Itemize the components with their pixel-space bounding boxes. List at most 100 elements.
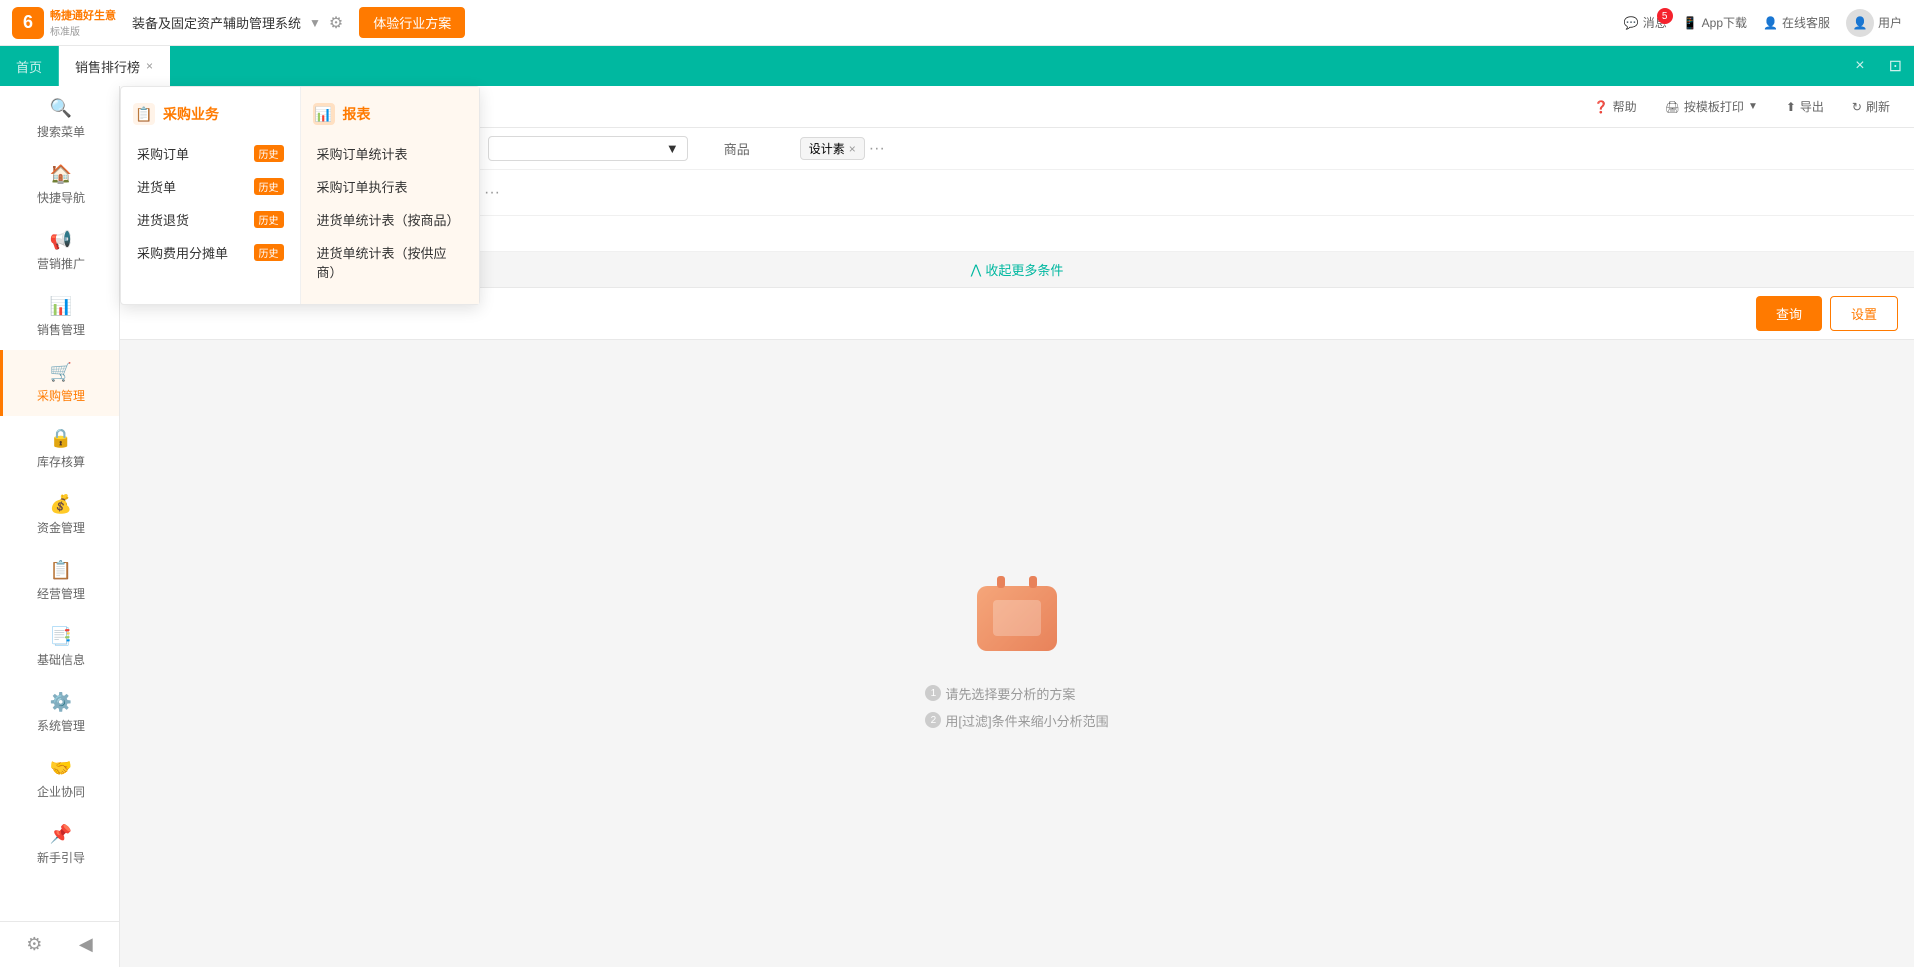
tab-restore-btn[interactable]: ⊡ — [1877, 46, 1914, 86]
order-stat-label: 采购订单统计表 — [317, 144, 408, 163]
goods-area: 设计素 × ··· — [800, 137, 885, 160]
goods-tag-text: 设计素 — [809, 140, 845, 157]
hint-text-1: 请先选择要分析的方案 — [945, 684, 1075, 703]
hint-num-1: 1 — [925, 685, 941, 701]
incoming-stat-goods-label: 进货单统计表（按商品） — [317, 210, 460, 229]
basic-icon: 📑 — [50, 626, 72, 647]
incoming-label: 进货单 — [137, 177, 176, 196]
empty-illustration — [957, 574, 1077, 664]
operations-icon: 📋 — [50, 560, 72, 581]
hint-num-2: 2 — [925, 712, 941, 728]
dropdown-item-purchase-order[interactable]: 采购订单 历史 — [133, 137, 288, 170]
sidebar-purchase-label: 采购管理 — [37, 387, 85, 404]
empty-hint: 1 请先选择要分析的方案 2 用[过滤]条件来缩小分析范围 — [925, 680, 1108, 734]
online-service-label: 在线客服 — [1782, 14, 1830, 31]
dropdown-item-incoming-stat-supplier[interactable]: 进货单统计表（按供应商） — [313, 236, 468, 288]
tab-close-btn[interactable]: × — [1843, 46, 1876, 86]
home-icon: 🏠 — [50, 164, 72, 185]
sidebar-search-label: 搜索菜单 — [37, 123, 85, 140]
avatar: 👤 — [1846, 9, 1874, 37]
tab-sales-rank[interactable]: 销售排行榜 × — [59, 46, 170, 86]
sidebar-item-enterprise[interactable]: 🤝 企业协同 — [0, 746, 119, 812]
export-label: 导出 — [1800, 98, 1824, 115]
report-label: 报表 — [343, 104, 371, 124]
top-header: 6 畅捷通好生意 标准版 装备及固定资产辅助管理系统 ▼ ⚙ 体验行业方案 💬 … — [0, 0, 1914, 46]
sidebar-item-marketing[interactable]: 📢 营销推广 — [0, 218, 119, 284]
expense-history: 历史 — [254, 244, 284, 261]
system-title-area: 装备及固定资产辅助管理系统 ▼ ⚙ 体验行业方案 — [132, 7, 1624, 38]
purchase-biz-label: 采购业务 — [163, 104, 219, 124]
header-right: 💬 消息 5 📱 App下载 👤 在线客服 👤 用户 — [1624, 9, 1902, 37]
sidebar-inventory-label: 库存核算 — [37, 453, 85, 470]
query-btn[interactable]: 查询 — [1756, 296, 1822, 331]
return-history: 历史 — [254, 211, 284, 228]
app-download-btn[interactable]: 📱 App下载 — [1683, 14, 1747, 31]
empty-state: 1 请先选择要分析的方案 2 用[过滤]条件来缩小分析范围 — [925, 574, 1108, 734]
print-btn[interactable]: 🖨 按模板打印 ▼ — [1657, 94, 1766, 119]
dropdown-right-title: 📊 报表 — [313, 103, 468, 125]
sidebar-item-search[interactable]: 🔍 搜索菜单 — [0, 86, 119, 152]
dropdown-item-return[interactable]: 进货退货 历史 — [133, 203, 288, 236]
industry-btn[interactable]: 体验行业方案 — [359, 7, 465, 38]
user-btn[interactable]: 👤 用户 — [1846, 9, 1902, 37]
goods-tag-close[interactable]: × — [849, 142, 856, 156]
refresh-btn[interactable]: ↻ 刷新 — [1844, 94, 1898, 119]
tab-home[interactable]: 首页 — [0, 46, 59, 86]
sidebar-item-inventory[interactable]: 🔒 库存核算 — [0, 416, 119, 482]
inventory-icon: 🔒 — [50, 428, 72, 449]
bill-status-select[interactable]: ▼ — [488, 136, 688, 161]
tab-bar: 首页 销售排行榜 × × ⊡ — [0, 46, 1914, 86]
sidebar-item-quick-nav[interactable]: 🏠 快捷导航 — [0, 152, 119, 218]
sidebar-guide-label: 新手引导 — [37, 849, 85, 866]
settings-icon[interactable]: ⚙ — [329, 13, 343, 33]
app-download-label: App下载 — [1702, 14, 1747, 31]
dropdown-item-incoming[interactable]: 进货单 历史 — [133, 170, 288, 203]
sidebar-item-guide[interactable]: 📌 新手引导 — [0, 812, 119, 878]
dropdown-item-order-exec[interactable]: 采购订单执行表 — [313, 170, 468, 203]
export-btn[interactable]: ⬆ 导出 — [1778, 94, 1832, 119]
empty-screen — [993, 600, 1041, 636]
sidebar-item-purchase[interactable]: 🛒 采购管理 — [0, 350, 119, 416]
help-btn[interactable]: ❓ 帮助 — [1586, 94, 1645, 119]
search-icon: 🔍 — [50, 98, 72, 119]
online-service-btn[interactable]: 👤 在线客服 — [1763, 14, 1830, 31]
sidebar-system-label: 系统管理 — [37, 717, 85, 734]
dropdown-arrow-icon[interactable]: ▼ — [309, 16, 321, 30]
logo-area: 6 畅捷通好生意 标准版 — [12, 7, 132, 39]
refresh-label: 刷新 — [1866, 98, 1890, 115]
system-title: 装备及固定资产辅助管理系统 — [132, 13, 301, 32]
dropdown-item-order-stat[interactable]: 采购订单统计表 — [313, 137, 468, 170]
salesperson-dots-btn[interactable]: ··· — [484, 184, 500, 202]
dropdown-right-col: 📊 报表 采购订单统计表 采购订单执行表 进货单统计表（按商品） 进货单统计表（… — [301, 87, 480, 304]
logo-badge: 标准版 — [50, 23, 116, 38]
logo-title: 畅捷通好生意 — [50, 7, 116, 23]
sidebar-item-operations[interactable]: 📋 经营管理 — [0, 548, 119, 614]
dropdown-left-col: 📋 采购业务 采购订单 历史 进货单 历史 进货退货 历史 采购费用分摊单 历史 — [121, 87, 301, 304]
sidebar-settings-icon[interactable]: ⚙ — [26, 934, 42, 955]
avatar-icon: 👤 — [1853, 16, 1868, 30]
purchase-order-history: 历史 — [254, 145, 284, 162]
sidebar-item-basic[interactable]: 📑 基础信息 — [0, 614, 119, 680]
marketing-icon: 📢 — [50, 230, 72, 251]
goods-tag: 设计素 × — [800, 137, 865, 160]
goods-dots-btn[interactable]: ··· — [869, 140, 885, 158]
sidebar-item-sales[interactable]: 📊 销售管理 — [0, 284, 119, 350]
sidebar-quicknav-label: 快捷导航 — [37, 189, 85, 206]
dropdown-item-incoming-stat-goods[interactable]: 进货单统计表（按商品） — [313, 203, 468, 236]
logo-icon: 6 — [12, 7, 44, 39]
sidebar: 🔍 搜索菜单 🏠 快捷导航 📢 营销推广 📊 销售管理 🛒 采购管理 🔒 库存核… — [0, 86, 120, 967]
sidebar-collapse-icon[interactable]: ◀ — [79, 934, 93, 955]
sidebar-item-system[interactable]: ⚙️ 系统管理 — [0, 680, 119, 746]
sidebar-item-finance[interactable]: 💰 资金管理 — [0, 482, 119, 548]
purchase-icon: 🛒 — [50, 362, 72, 383]
purchase-order-label: 采购订单 — [137, 144, 189, 163]
hint-text-2: 用[过滤]条件来缩小分析范围 — [945, 711, 1108, 730]
phone-icon: 📱 — [1683, 16, 1698, 30]
bill-status-arrow: ▼ — [666, 141, 679, 156]
message-btn[interactable]: 💬 消息 5 — [1624, 14, 1667, 31]
tab-home-label: 首页 — [16, 57, 42, 76]
dropdown-item-expense[interactable]: 采购费用分摊单 历史 — [133, 236, 288, 269]
tab-close-icon[interactable]: × — [146, 59, 153, 73]
set-btn[interactable]: 设置 — [1830, 296, 1898, 331]
sidebar-finance-label: 资金管理 — [37, 519, 85, 536]
